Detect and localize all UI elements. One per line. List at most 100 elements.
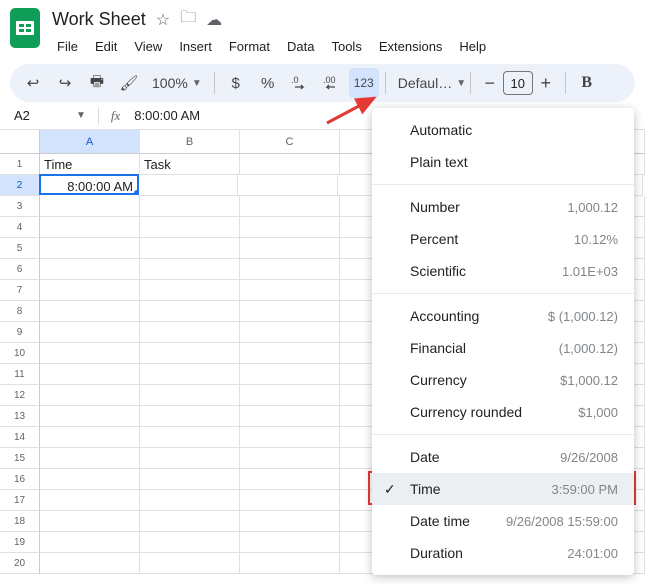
- cell-C12[interactable]: [240, 385, 340, 406]
- row-header[interactable]: 4: [0, 217, 40, 238]
- cell-A13[interactable]: [40, 406, 140, 427]
- cell-C8[interactable]: [240, 301, 340, 322]
- cloud-status-icon[interactable]: ☁: [206, 10, 222, 30]
- zoom-select[interactable]: 100% ▼: [146, 68, 208, 98]
- cell-C2[interactable]: [238, 175, 338, 196]
- cell-C10[interactable]: [240, 343, 340, 364]
- cell-B7[interactable]: [140, 280, 240, 301]
- cell-C11[interactable]: [240, 364, 340, 385]
- print-button[interactable]: 🖶: [82, 68, 112, 98]
- menu-insert[interactable]: Insert: [172, 35, 219, 58]
- format-percent[interactable]: Percent10.12%: [372, 223, 634, 255]
- cell-B4[interactable]: [140, 217, 240, 238]
- cell-A3[interactable]: [40, 196, 140, 217]
- cell-C18[interactable]: [240, 511, 340, 532]
- cell-B18[interactable]: [140, 511, 240, 532]
- menu-view[interactable]: View: [127, 35, 169, 58]
- cell-B8[interactable]: [140, 301, 240, 322]
- format-date[interactable]: Date9/26/2008: [372, 441, 634, 473]
- row-header[interactable]: 7: [0, 280, 40, 301]
- format-duration[interactable]: Duration24:01:00: [372, 537, 634, 569]
- cell-B5[interactable]: [140, 238, 240, 259]
- menu-format[interactable]: Format: [222, 35, 277, 58]
- cell-A2[interactable]: 8:00:00 AM: [39, 174, 139, 195]
- currency-button[interactable]: $: [221, 68, 251, 98]
- format-time[interactable]: Time3:59:00 PM: [372, 473, 634, 505]
- decrease-decimal-button[interactable]: .0: [285, 68, 315, 98]
- select-all-corner[interactable]: [0, 130, 40, 154]
- star-icon[interactable]: ☆: [156, 10, 170, 30]
- format-currency-rounded[interactable]: Currency rounded$1,000: [372, 396, 634, 428]
- menu-file[interactable]: File: [50, 35, 85, 58]
- format-automatic[interactable]: Automatic: [372, 114, 634, 146]
- row-header[interactable]: 11: [0, 364, 40, 385]
- cell-C9[interactable]: [240, 322, 340, 343]
- cell-B15[interactable]: [140, 448, 240, 469]
- cell-C7[interactable]: [240, 280, 340, 301]
- font-size-decrease[interactable]: −: [477, 70, 503, 96]
- name-box[interactable]: A2: [10, 106, 70, 125]
- menu-data[interactable]: Data: [280, 35, 321, 58]
- row-header[interactable]: 16: [0, 469, 40, 490]
- row-header[interactable]: 17: [0, 490, 40, 511]
- cell-A11[interactable]: [40, 364, 140, 385]
- cell-A18[interactable]: [40, 511, 140, 532]
- cell-C5[interactable]: [240, 238, 340, 259]
- row-header[interactable]: 6: [0, 259, 40, 280]
- cell-B14[interactable]: [140, 427, 240, 448]
- font-size-input[interactable]: 10: [503, 71, 533, 95]
- cell-A16[interactable]: [40, 469, 140, 490]
- cell-A17[interactable]: [40, 490, 140, 511]
- cell-B16[interactable]: [140, 469, 240, 490]
- cell-B2[interactable]: [138, 175, 238, 196]
- format-currency[interactable]: Currency$1,000.12: [372, 364, 634, 396]
- cell-B20[interactable]: [140, 553, 240, 574]
- font-select[interactable]: Defaul… ▼: [392, 68, 464, 98]
- row-header[interactable]: 3: [0, 196, 40, 217]
- cell-B1[interactable]: Task: [140, 154, 240, 175]
- row-header[interactable]: 20: [0, 553, 40, 574]
- row-header[interactable]: 2: [0, 175, 40, 196]
- menu-tools[interactable]: Tools: [324, 35, 368, 58]
- cell-B10[interactable]: [140, 343, 240, 364]
- col-header-A[interactable]: A: [40, 130, 140, 154]
- doc-title[interactable]: Work Sheet: [52, 9, 146, 30]
- cell-A10[interactable]: [40, 343, 140, 364]
- row-header[interactable]: 15: [0, 448, 40, 469]
- paint-format-button[interactable]: 🖌: [114, 68, 144, 98]
- move-folder-icon[interactable]: 🗀: [180, 6, 196, 33]
- bold-button[interactable]: B: [572, 68, 602, 98]
- menu-extensions[interactable]: Extensions: [372, 35, 450, 58]
- cell-A20[interactable]: [40, 553, 140, 574]
- cell-C3[interactable]: [240, 196, 340, 217]
- menu-help[interactable]: Help: [452, 35, 493, 58]
- cell-A15[interactable]: [40, 448, 140, 469]
- name-box-dropdown[interactable]: ▼: [76, 110, 86, 121]
- cell-C4[interactable]: [240, 217, 340, 238]
- format-plain-text[interactable]: Plain text: [372, 146, 634, 178]
- format-financial[interactable]: Financial(1,000.12): [372, 332, 634, 364]
- cell-C16[interactable]: [240, 469, 340, 490]
- row-header[interactable]: 12: [0, 385, 40, 406]
- cell-B13[interactable]: [140, 406, 240, 427]
- cell-A14[interactable]: [40, 427, 140, 448]
- formula-bar[interactable]: 8:00:00 AM: [126, 108, 200, 123]
- row-header[interactable]: 5: [0, 238, 40, 259]
- font-size-increase[interactable]: +: [533, 70, 559, 96]
- menu-edit[interactable]: Edit: [88, 35, 124, 58]
- row-header[interactable]: 8: [0, 301, 40, 322]
- row-header[interactable]: 13: [0, 406, 40, 427]
- cell-B11[interactable]: [140, 364, 240, 385]
- cell-A4[interactable]: [40, 217, 140, 238]
- row-header[interactable]: 14: [0, 427, 40, 448]
- more-formats-button[interactable]: 123: [349, 68, 379, 98]
- cell-B3[interactable]: [140, 196, 240, 217]
- cell-B17[interactable]: [140, 490, 240, 511]
- row-header[interactable]: 19: [0, 532, 40, 553]
- col-header-B[interactable]: B: [140, 130, 240, 154]
- percent-button[interactable]: %: [253, 68, 283, 98]
- format-accounting[interactable]: Accounting$ (1,000.12): [372, 300, 634, 332]
- cell-B12[interactable]: [140, 385, 240, 406]
- cell-A1[interactable]: Time: [40, 154, 140, 175]
- format-number[interactable]: Number1,000.12: [372, 191, 634, 223]
